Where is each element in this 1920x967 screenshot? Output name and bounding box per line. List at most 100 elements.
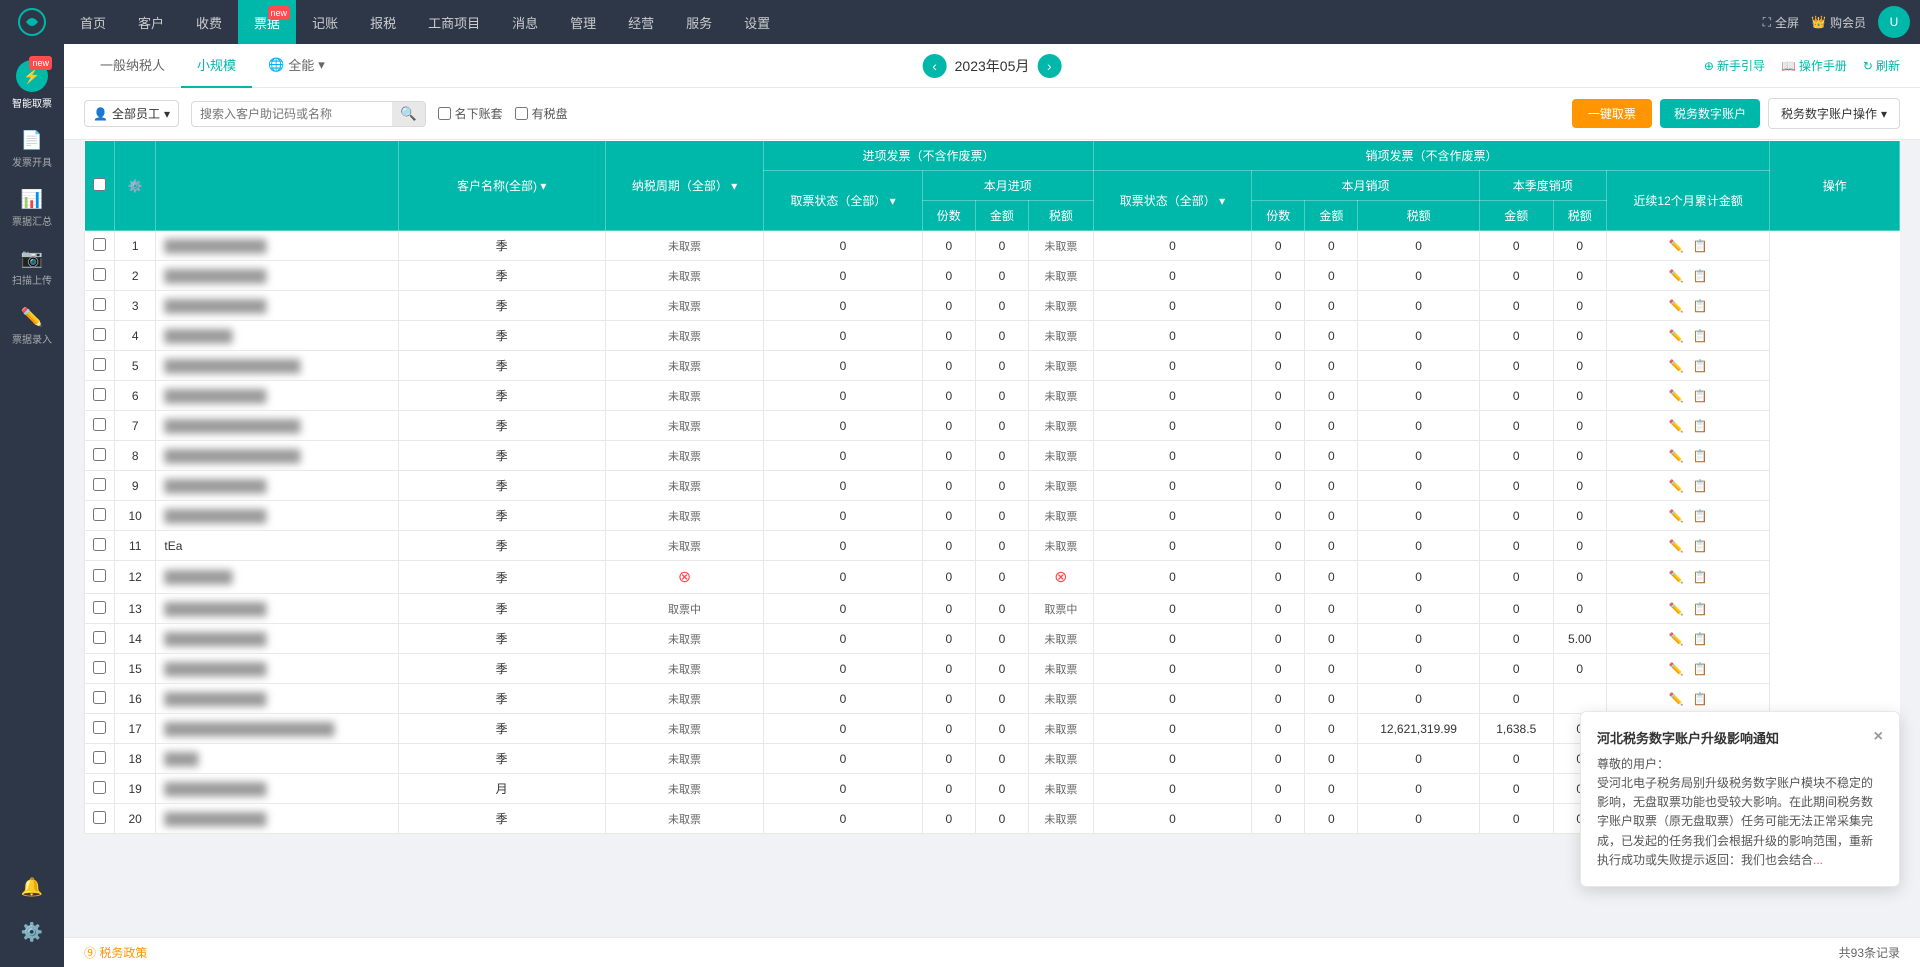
nav-service[interactable]: 服务: [670, 0, 728, 44]
cell-checkbox[interactable]: [85, 231, 115, 261]
nav-tax[interactable]: 报税: [354, 0, 412, 44]
nav-client[interactable]: 客户: [122, 0, 180, 44]
copy-icon[interactable]: 📋: [1693, 389, 1708, 403]
sidebar-item-scan-upload[interactable]: 📷 扫描上传: [4, 240, 60, 295]
sidebar-item-invoice-entry[interactable]: ✏️ 票据录入: [4, 299, 60, 354]
sidebar-item-notification[interactable]: 🔔: [4, 869, 60, 906]
name-under-checkbox[interactable]: 名下账套: [438, 105, 503, 122]
copy-icon[interactable]: 📋: [1693, 419, 1708, 433]
edit-icon[interactable]: ✏️: [1668, 329, 1683, 343]
cell-name: ████████: [156, 561, 398, 594]
popup-close-btn[interactable]: ×: [1874, 728, 1883, 746]
edit-icon[interactable]: ✏️: [1668, 299, 1683, 313]
employee-select[interactable]: 👤 全部员工 ▾: [84, 100, 179, 127]
edit-icon[interactable]: ✏️: [1668, 359, 1683, 373]
sidebar-item-invoice-open[interactable]: 📄 发票开具: [4, 122, 60, 177]
sidebar-item-invoice-summary[interactable]: 📊 票据汇总: [4, 181, 60, 236]
fullscreen-btn[interactable]: ⛶ 全屏: [1763, 14, 1799, 31]
cell-checkbox[interactable]: [85, 744, 115, 774]
cell-checkbox[interactable]: [85, 594, 115, 624]
edit-icon[interactable]: ✏️: [1668, 662, 1683, 676]
edit-icon[interactable]: ✏️: [1668, 389, 1683, 403]
cell-checkbox[interactable]: [85, 654, 115, 684]
copy-icon[interactable]: 📋: [1693, 570, 1708, 584]
cell-status-out: 未取票: [1028, 441, 1093, 471]
has-tax-disk-checkbox[interactable]: 有税盘: [515, 105, 568, 122]
edit-icon[interactable]: ✏️: [1668, 269, 1683, 283]
copy-icon[interactable]: 📋: [1693, 239, 1708, 253]
edit-icon[interactable]: ✏️: [1668, 602, 1683, 616]
cell-checkbox[interactable]: [85, 531, 115, 561]
cell-checkbox[interactable]: [85, 624, 115, 654]
next-month-btn[interactable]: ›: [1037, 54, 1061, 78]
copy-icon[interactable]: 📋: [1693, 449, 1708, 463]
member-btn[interactable]: 👑 购会员: [1811, 14, 1866, 31]
cell-checkbox[interactable]: [85, 561, 115, 594]
cell-checkbox[interactable]: [85, 261, 115, 291]
nav-ticket[interactable]: 票据 new: [238, 0, 296, 44]
prev-month-btn[interactable]: ‹: [923, 54, 947, 78]
cell-checkbox[interactable]: [85, 441, 115, 471]
cell-checkbox[interactable]: [85, 381, 115, 411]
nav-message[interactable]: 消息: [496, 0, 554, 44]
nav-settings[interactable]: 设置: [728, 0, 786, 44]
select-all-checkbox[interactable]: [93, 178, 106, 191]
cell-checkbox[interactable]: [85, 804, 115, 834]
sub-tab-all[interactable]: 🌐 全能 ▾: [252, 44, 341, 88]
edit-icon[interactable]: ✏️: [1668, 239, 1683, 253]
refresh-link[interactable]: ↻ 刷新: [1863, 57, 1900, 74]
sidebar-item-smart-ticket[interactable]: ⚡ new 智能取票: [4, 52, 60, 118]
search-input[interactable]: [192, 103, 392, 125]
copy-icon[interactable]: 📋: [1693, 329, 1708, 343]
cell-return-tax: 0: [1479, 321, 1553, 351]
nav-fee[interactable]: 收费: [180, 0, 238, 44]
globe-icon: 🌐: [268, 57, 284, 73]
copy-icon[interactable]: 📋: [1693, 692, 1708, 706]
edit-icon[interactable]: ✏️: [1668, 570, 1683, 584]
copy-icon[interactable]: 📋: [1693, 662, 1708, 676]
cell-checkbox[interactable]: [85, 471, 115, 501]
tax-digital-operation-btn[interactable]: 税务数字账户操作 ▾: [1768, 98, 1900, 129]
nav-business[interactable]: 工商项目: [412, 0, 496, 44]
cell-checkbox[interactable]: [85, 321, 115, 351]
search-button[interactable]: 🔍: [392, 102, 425, 126]
cell-checkbox[interactable]: [85, 291, 115, 321]
tax-digital-account-btn[interactable]: 税务数字账户: [1660, 99, 1760, 128]
th-amount-in: 金额: [975, 201, 1028, 231]
nav-operation[interactable]: 经营: [612, 0, 670, 44]
edit-icon[interactable]: ✏️: [1668, 449, 1683, 463]
cell-period: 月: [398, 774, 605, 804]
copy-icon[interactable]: 📋: [1693, 509, 1708, 523]
one-click-ticket-btn[interactable]: 一键取票: [1572, 99, 1652, 128]
cell-checkbox[interactable]: [85, 411, 115, 441]
copy-icon[interactable]: 📋: [1693, 602, 1708, 616]
cell-checkbox[interactable]: [85, 501, 115, 531]
nav-accounting[interactable]: 记账: [296, 0, 354, 44]
tax-policy-link[interactable]: ⑨ 税务政策: [84, 944, 147, 961]
new-guide-link[interactable]: ⊕ 新手引导: [1704, 57, 1765, 74]
edit-icon[interactable]: ✏️: [1668, 632, 1683, 646]
nav-manage[interactable]: 管理: [554, 0, 612, 44]
sidebar-item-config[interactable]: ⚙️: [4, 914, 60, 951]
sub-tab-general[interactable]: 一般纳税人: [84, 44, 181, 88]
cell-count-out: 0: [1093, 411, 1251, 441]
copy-icon[interactable]: 📋: [1693, 269, 1708, 283]
edit-icon[interactable]: ✏️: [1668, 419, 1683, 433]
cell-checkbox[interactable]: [85, 714, 115, 744]
copy-icon[interactable]: 📋: [1693, 479, 1708, 493]
cell-checkbox[interactable]: [85, 351, 115, 381]
sub-tab-small[interactable]: 小规模: [181, 44, 252, 88]
edit-icon[interactable]: ✏️: [1668, 479, 1683, 493]
copy-icon[interactable]: 📋: [1693, 359, 1708, 373]
copy-icon[interactable]: 📋: [1693, 632, 1708, 646]
cell-checkbox[interactable]: [85, 774, 115, 804]
copy-icon[interactable]: 📋: [1693, 539, 1708, 553]
manual-link[interactable]: 📖 操作手册: [1781, 57, 1847, 74]
nav-home[interactable]: 首页: [64, 0, 122, 44]
edit-icon[interactable]: ✏️: [1668, 509, 1683, 523]
copy-icon[interactable]: 📋: [1693, 299, 1708, 313]
cell-checkbox[interactable]: [85, 684, 115, 714]
edit-icon[interactable]: ✏️: [1668, 539, 1683, 553]
edit-icon[interactable]: ✏️: [1668, 692, 1683, 706]
user-avatar[interactable]: U: [1878, 6, 1910, 38]
